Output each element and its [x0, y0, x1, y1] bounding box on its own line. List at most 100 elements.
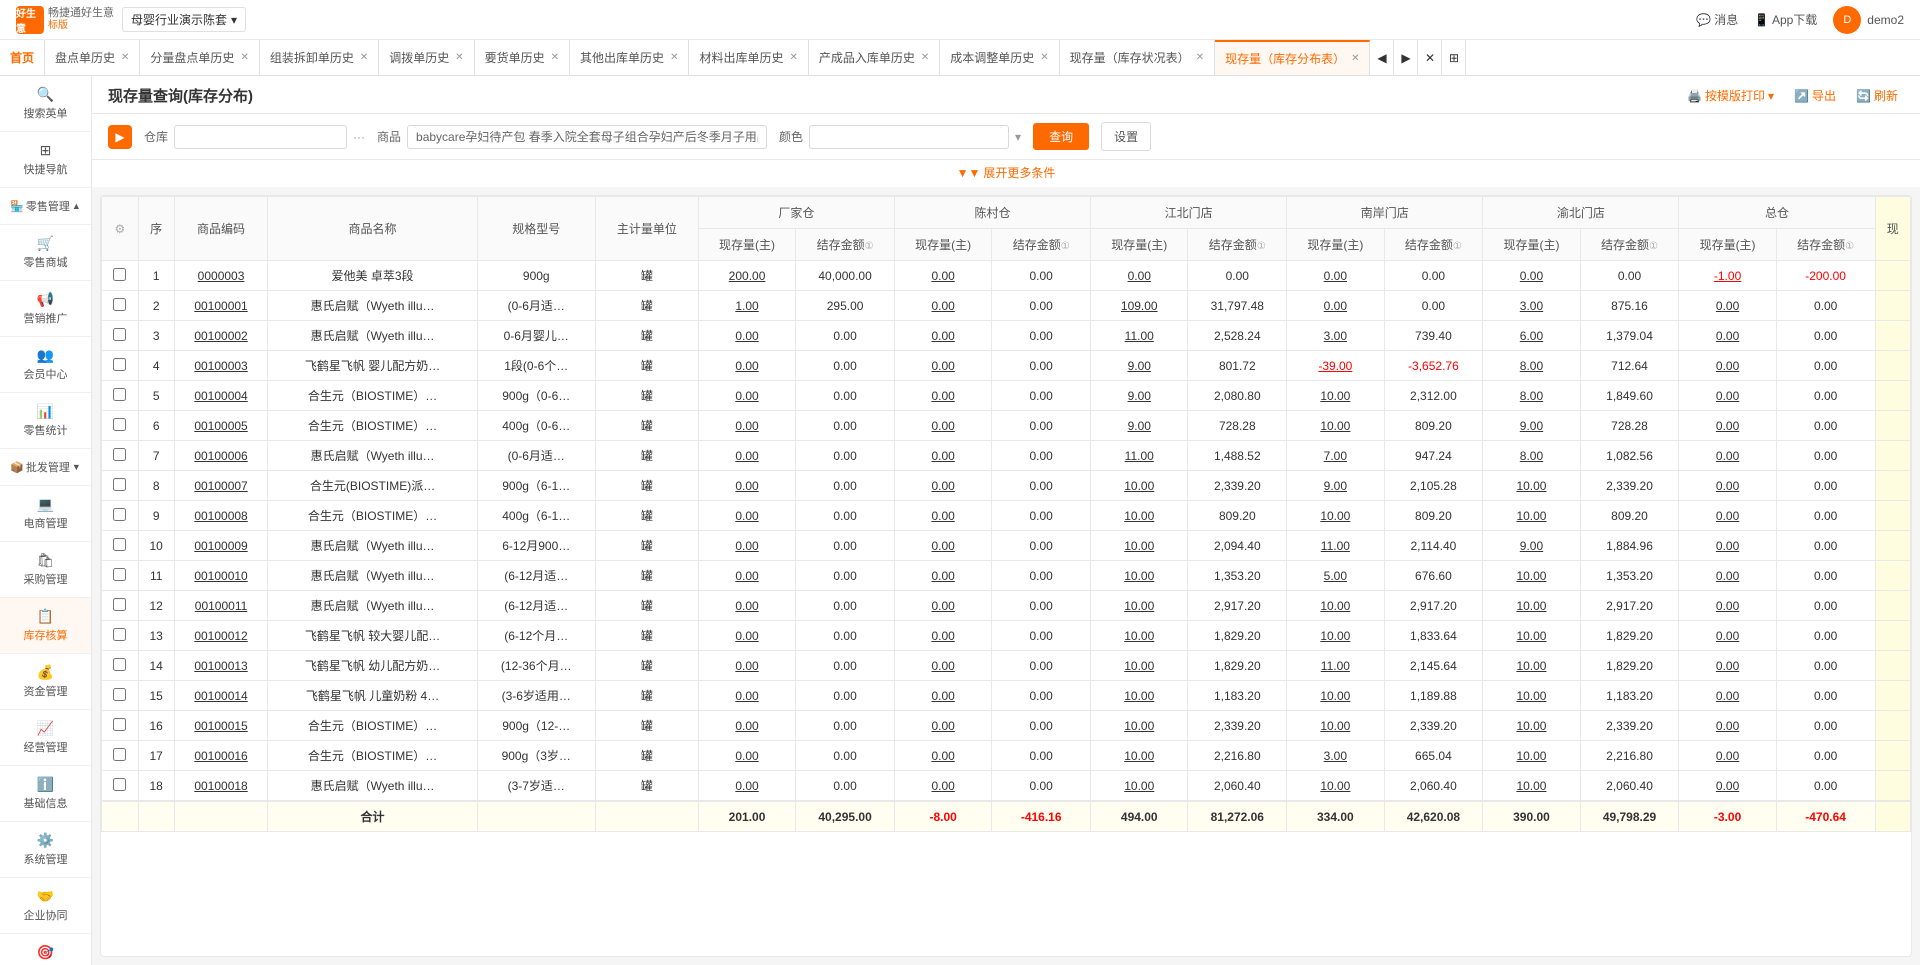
row-check[interactable] [102, 711, 139, 741]
row-na-stock[interactable]: 10.00 [1287, 771, 1384, 802]
row-c-stock[interactable]: 0.00 [894, 681, 991, 711]
tab-close-all[interactable]: ✕ [1418, 40, 1442, 76]
row-yb-stock[interactable]: 8.00 [1483, 351, 1580, 381]
tab-nav-right[interactable]: ▶ [1394, 40, 1418, 76]
row-jb-stock[interactable]: 10.00 [1091, 741, 1188, 771]
tab-10[interactable]: 现存量（库存状况表）✕ [1060, 40, 1215, 76]
row-c-stock[interactable]: 0.00 [894, 261, 991, 291]
row-jb-stock[interactable]: 10.00 [1091, 771, 1188, 802]
sidebar-item-guide[interactable]: 🎯 新手引导 [0, 934, 91, 965]
row-f-stock[interactable]: 0.00 [698, 501, 795, 531]
row-c-stock[interactable]: 0.00 [894, 351, 991, 381]
sidebar-item-business[interactable]: 📈 经营管理 [0, 710, 91, 766]
row-check[interactable] [102, 681, 139, 711]
row-jb-stock[interactable]: 10.00 [1091, 591, 1188, 621]
tab-2[interactable]: 分量盘点单历史 ✕ [140, 40, 259, 76]
row-code[interactable]: 00100009 [174, 531, 268, 561]
row-check[interactable] [102, 321, 139, 351]
row-c-stock[interactable]: 0.00 [894, 381, 991, 411]
row-jb-stock[interactable]: 10.00 [1091, 681, 1188, 711]
row-checkbox[interactable] [113, 418, 126, 431]
sidebar-item-retail-mgmt[interactable]: 🏪 零售管理 ▲ [0, 188, 91, 225]
row-f-stock[interactable]: 0.00 [698, 441, 795, 471]
row-jb-stock[interactable]: 10.00 [1091, 561, 1188, 591]
sidebar-item-nav[interactable]: ⊞ 快捷导航 [0, 132, 91, 188]
tab-9[interactable]: 成本调整单历史 ✕ [940, 40, 1059, 76]
row-code[interactable]: 00100001 [174, 291, 268, 321]
row-na-stock[interactable]: 5.00 [1287, 561, 1384, 591]
row-t-stock[interactable]: 0.00 [1679, 711, 1776, 741]
row-check[interactable] [102, 381, 139, 411]
row-f-stock[interactable]: 0.00 [698, 351, 795, 381]
row-t-stock[interactable]: 0.00 [1679, 681, 1776, 711]
row-c-stock[interactable]: 0.00 [894, 531, 991, 561]
row-na-stock[interactable]: 3.00 [1287, 321, 1384, 351]
row-na-stock[interactable]: 7.00 [1287, 441, 1384, 471]
row-yb-stock[interactable]: 8.00 [1483, 381, 1580, 411]
row-jb-stock[interactable]: 10.00 [1091, 471, 1188, 501]
row-na-stock[interactable]: 9.00 [1287, 471, 1384, 501]
row-t-stock[interactable]: 0.00 [1679, 381, 1776, 411]
row-code[interactable]: 00100007 [174, 471, 268, 501]
th-settings[interactable]: ⚙ [102, 197, 139, 261]
row-yb-stock[interactable]: 10.00 [1483, 741, 1580, 771]
tab-3[interactable]: 组装拆卸单历史 ✕ [260, 40, 379, 76]
row-checkbox[interactable] [113, 778, 126, 791]
row-code[interactable]: 00100008 [174, 501, 268, 531]
color-input[interactable] [809, 125, 1009, 149]
row-check[interactable] [102, 591, 139, 621]
row-jb-stock[interactable]: 11.00 [1091, 441, 1188, 471]
row-na-stock[interactable]: 10.00 [1287, 711, 1384, 741]
row-checkbox[interactable] [113, 538, 126, 551]
row-yb-stock[interactable]: 9.00 [1483, 531, 1580, 561]
row-checkbox[interactable] [113, 388, 126, 401]
info-icon-6[interactable]: ① [1845, 241, 1854, 252]
row-t-stock[interactable]: 0.00 [1679, 441, 1776, 471]
row-checkbox[interactable] [113, 748, 126, 761]
tab-5[interactable]: 要货单历史 ✕ [475, 40, 570, 76]
warehouse-input[interactable] [174, 125, 347, 149]
row-f-stock[interactable]: 0.00 [698, 561, 795, 591]
row-yb-stock[interactable]: 8.00 [1483, 441, 1580, 471]
row-checkbox[interactable] [113, 268, 126, 281]
row-c-stock[interactable]: 0.00 [894, 441, 991, 471]
tab-10-close[interactable]: ✕ [1196, 52, 1204, 63]
tab-11-active[interactable]: 现存量（库存分布表）✕ [1215, 40, 1370, 76]
export-btn[interactable]: ↗️ 导出 [1788, 84, 1842, 107]
sidebar-item-finance[interactable]: 💰 资金管理 [0, 654, 91, 710]
row-na-stock[interactable]: 0.00 [1287, 261, 1384, 291]
sidebar-item-marketing[interactable]: 📢 营销推广 [0, 281, 91, 337]
row-na-stock[interactable]: 10.00 [1287, 621, 1384, 651]
sidebar-item-retail-shop[interactable]: 🛒 零售商城 [0, 225, 91, 281]
sidebar-item-purchase[interactable]: 🛍 采购管理 [0, 542, 91, 598]
row-c-stock[interactable]: 0.00 [894, 411, 991, 441]
info-icon-2[interactable]: ① [1061, 241, 1070, 252]
row-checkbox[interactable] [113, 448, 126, 461]
sidebar-item-ecommerce[interactable]: 💻 电商管理 [0, 486, 91, 542]
sidebar-item-retail-stats[interactable]: 📊 零售统计 [0, 393, 91, 449]
industry-selector[interactable]: 母婴行业演示陈套 ▾ [122, 7, 246, 32]
row-checkbox[interactable] [113, 508, 126, 521]
row-jb-stock[interactable]: 10.00 [1091, 501, 1188, 531]
row-na-stock[interactable]: 11.00 [1287, 531, 1384, 561]
tab-5-close[interactable]: ✕ [551, 52, 559, 63]
row-checkbox[interactable] [113, 328, 126, 341]
info-icon-5[interactable]: ① [1649, 241, 1658, 252]
message-btn[interactable]: 💬 消息 [1696, 11, 1738, 28]
row-yb-stock[interactable]: 10.00 [1483, 681, 1580, 711]
row-yb-stock[interactable]: 10.00 [1483, 471, 1580, 501]
info-icon-4[interactable]: ① [1453, 241, 1462, 252]
row-c-stock[interactable]: 0.00 [894, 471, 991, 501]
row-t-stock[interactable]: 0.00 [1679, 561, 1776, 591]
row-f-stock[interactable]: 0.00 [698, 531, 795, 561]
row-t-stock[interactable]: 0.00 [1679, 651, 1776, 681]
row-na-stock[interactable]: 0.00 [1287, 291, 1384, 321]
row-t-stock[interactable]: -1.00 [1679, 261, 1776, 291]
row-code[interactable]: 00100006 [174, 441, 268, 471]
row-na-stock[interactable]: 3.00 [1287, 741, 1384, 771]
tab-6[interactable]: 其他出库单历史 ✕ [570, 40, 689, 76]
row-code[interactable]: 00100004 [174, 381, 268, 411]
query-btn[interactable]: 查询 [1033, 123, 1089, 150]
sidebar-item-member[interactable]: 👥 会员中心 [0, 337, 91, 393]
row-t-stock[interactable]: 0.00 [1679, 501, 1776, 531]
